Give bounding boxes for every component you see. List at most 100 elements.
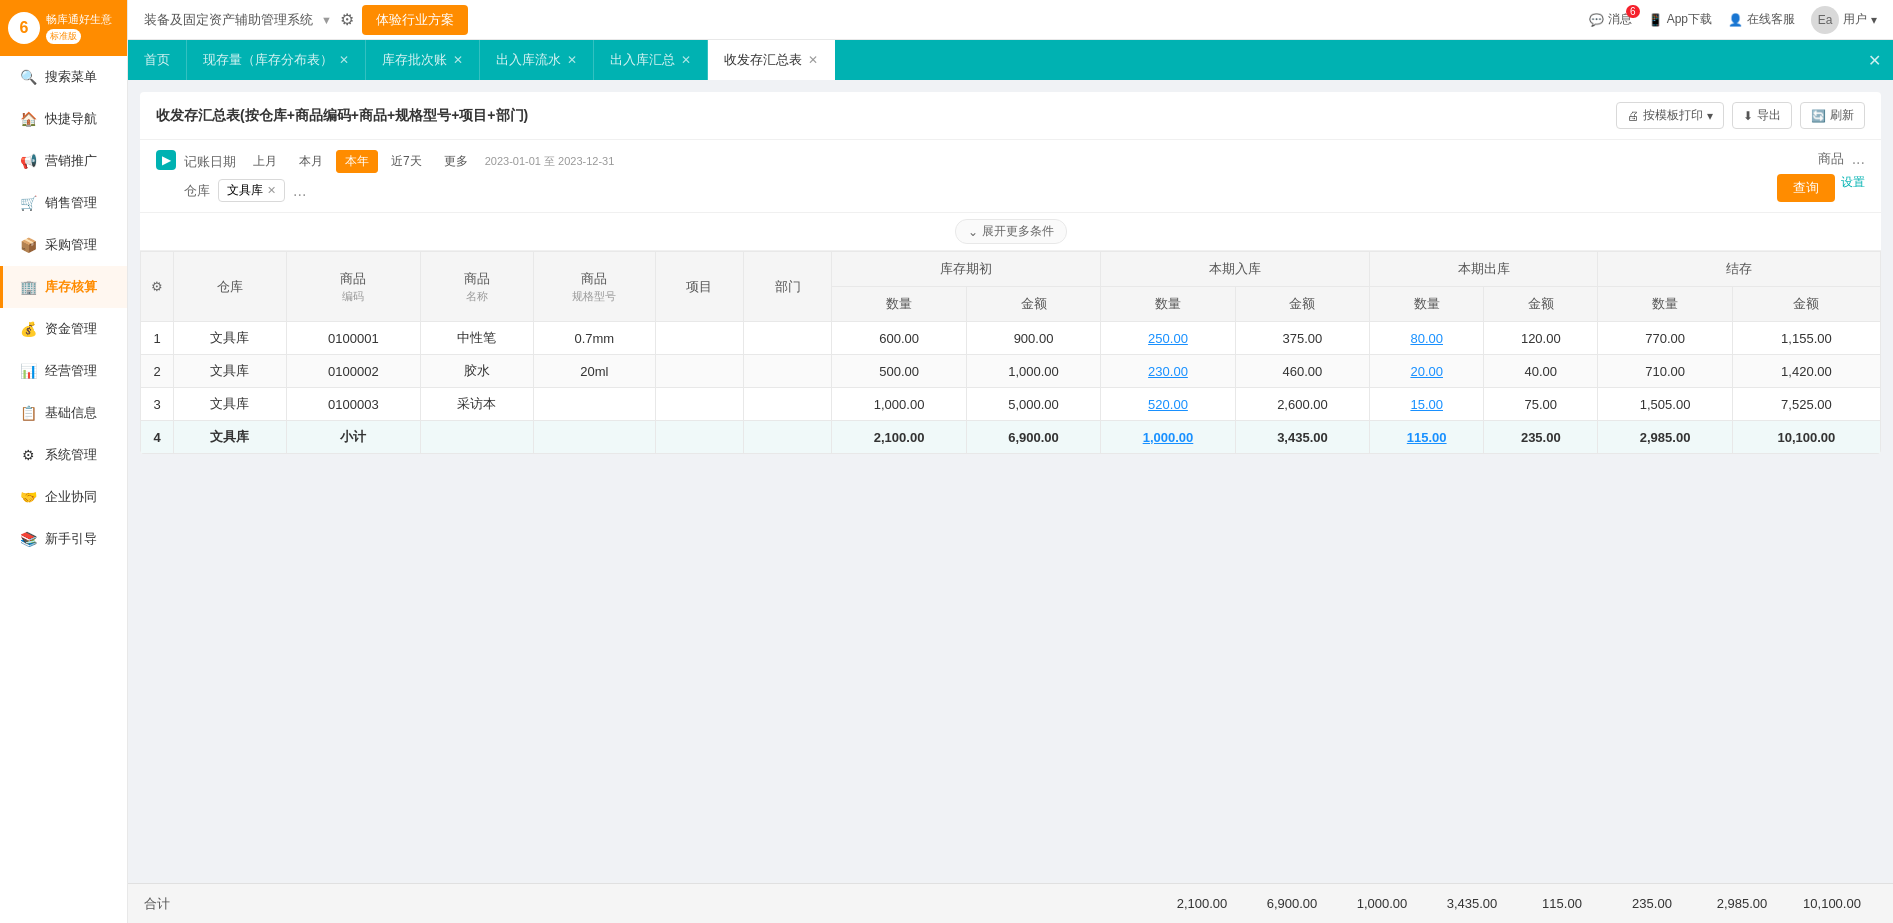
tab-inventory-dist[interactable]: 现存量（库存分布表） ✕ <box>187 40 366 80</box>
filter-top-row: ▶ 记账日期 上月 本月 本年 近7天 更多 <box>156 150 1865 202</box>
row-department <box>744 355 832 388</box>
tab-batch-ledger[interactable]: 库存批次账 ✕ <box>366 40 480 80</box>
sidebar-item-marketing[interactable]: 📢 营销推广 <box>0 140 127 182</box>
message-btn[interactable]: 💬 消息 6 <box>1589 11 1632 28</box>
row-opening-qty: 500.00 <box>832 355 966 388</box>
total-label: 合计 <box>144 895 170 913</box>
export-icon: ⬇ <box>1743 109 1753 123</box>
sidebar-item-finance[interactable]: 💰 资金管理 <box>0 308 127 350</box>
warehouse-tag-close[interactable]: ✕ <box>267 184 276 197</box>
column-settings-btn[interactable]: ⚙ <box>141 252 174 322</box>
date-label: 记账日期 <box>184 153 236 171</box>
col-header-out-qty: 数量 <box>1370 287 1484 322</box>
export-button[interactable]: ⬇ 导出 <box>1732 102 1792 129</box>
tab-inout-flow[interactable]: 出入库流水 ✕ <box>480 40 594 80</box>
row-project <box>655 355 743 388</box>
subtotal-opening-amt: 6,900.00 <box>966 421 1100 454</box>
tab-home-label: 首页 <box>144 51 170 69</box>
date-btn-7days[interactable]: 近7天 <box>382 150 431 173</box>
user-area[interactable]: Ea 用户 ▾ <box>1811 6 1877 34</box>
col-header-goods-code: 商品编码 <box>286 252 420 322</box>
tab-close-inventory-dist[interactable]: ✕ <box>339 53 349 67</box>
date-btn-this-year[interactable]: 本年 <box>336 150 378 173</box>
sidebar-item-search[interactable]: 🔍 搜索菜单 <box>0 56 127 98</box>
row-balance-qty: 1,505.00 <box>1598 388 1732 421</box>
row-in-qty[interactable]: 520.00 <box>1101 388 1235 421</box>
sidebar-item-label: 库存核算 <box>45 278 97 296</box>
subtotal-balance-qty: 2,985.00 <box>1598 421 1732 454</box>
subtotal-in-qty[interactable]: 1,000.00 <box>1101 421 1235 454</box>
col-group-balance: 结存 <box>1598 252 1881 287</box>
col-group-in: 本期入库 <box>1101 252 1370 287</box>
sidebar-item-base-info[interactable]: 📋 基础信息 <box>0 392 127 434</box>
row-goods-name: 胶水 <box>421 355 534 388</box>
row-out-qty[interactable]: 15.00 <box>1370 388 1484 421</box>
settings-link[interactable]: 设置 <box>1841 174 1865 202</box>
warehouse-tag-name: 文具库 <box>227 182 263 199</box>
date-btn-last-month[interactable]: 上月 <box>244 150 286 173</box>
row-goods-name: 采访本 <box>421 388 534 421</box>
filter-collapse-btn[interactable]: ▶ <box>156 150 176 170</box>
sidebar-item-quick-nav[interactable]: 🏠 快捷导航 <box>0 98 127 140</box>
query-button[interactable]: 查询 <box>1777 174 1835 202</box>
sidebar-item-inventory[interactable]: 🏢 库存核算 <box>0 266 127 308</box>
tab-close-inout-summary[interactable]: ✕ <box>681 53 691 67</box>
sidebar-item-guide[interactable]: 📚 新手引导 <box>0 518 127 560</box>
service-icon: 👤 <box>1728 13 1743 27</box>
row-balance-qty: 770.00 <box>1598 322 1732 355</box>
app-download-btn[interactable]: 📱 App下载 <box>1648 11 1712 28</box>
goods-more-btn[interactable]: ... <box>1852 150 1865 168</box>
subtotal-out-qty[interactable]: 115.00 <box>1370 421 1484 454</box>
tab-close-batch-ledger[interactable]: ✕ <box>453 53 463 67</box>
row-project <box>655 388 743 421</box>
tab-bar-close-btn[interactable]: ✕ <box>1856 51 1893 70</box>
sidebar-item-label: 企业协同 <box>45 488 97 506</box>
warehouse-more-btn[interactable]: ... <box>293 182 306 200</box>
expand-more-btn[interactable]: ⌄ 展开更多条件 <box>955 219 1067 244</box>
subtotal-balance-amt: 10,100.00 <box>1732 421 1880 454</box>
sidebar-item-operations[interactable]: 📊 经营管理 <box>0 350 127 392</box>
date-btn-this-month[interactable]: 本月 <box>290 150 332 173</box>
online-service-btn[interactable]: 👤 在线客服 <box>1728 11 1795 28</box>
tab-close-inout-flow[interactable]: ✕ <box>567 53 577 67</box>
sidebar-item-enterprise[interactable]: 🤝 企业协同 <box>0 476 127 518</box>
settings-icon[interactable]: ⚙ <box>340 10 354 29</box>
sidebar-item-sales[interactable]: 🛒 销售管理 <box>0 182 127 224</box>
trial-button[interactable]: 体验行业方案 <box>362 5 468 35</box>
col-header-in-amt: 金额 <box>1235 287 1369 322</box>
date-btn-more[interactable]: 更多 <box>435 150 477 173</box>
row-in-qty[interactable]: 230.00 <box>1101 355 1235 388</box>
tab-inout-summary-label: 出入库汇总 <box>610 51 675 69</box>
row-num: 2 <box>141 355 174 388</box>
print-button[interactable]: 🖨 按模板打印 ▾ <box>1616 102 1724 129</box>
message-badge: 6 <box>1626 5 1640 18</box>
refresh-button[interactable]: 🔄 刷新 <box>1800 102 1865 129</box>
app-download-label: App下载 <box>1667 11 1712 28</box>
row-out-qty[interactable]: 80.00 <box>1370 322 1484 355</box>
row-out-qty[interactable]: 20.00 <box>1370 355 1484 388</box>
warehouse-tag[interactable]: 文具库 ✕ <box>218 179 285 202</box>
expand-chevron-icon: ⌄ <box>968 225 978 239</box>
sidebar-item-label: 系统管理 <box>45 446 97 464</box>
tab-inout-summary[interactable]: 出入库汇总 ✕ <box>594 40 708 80</box>
tab-home[interactable]: 首页 <box>128 40 187 80</box>
row-in-amt: 460.00 <box>1235 355 1369 388</box>
subtotal-label: 小计 <box>286 421 420 454</box>
system-icon: ⚙ <box>19 447 37 463</box>
row-out-amt: 75.00 <box>1484 388 1598 421</box>
total-balance-amt: 10,100.00 <box>1787 896 1877 911</box>
tab-recv-send-summary[interactable]: 收发存汇总表 ✕ <box>708 40 835 80</box>
logo-text-area: 畅库通好生意 标准版 <box>46 12 112 43</box>
home-icon: 🏠 <box>19 111 37 127</box>
sidebar-item-purchase[interactable]: 📦 采购管理 <box>0 224 127 266</box>
sidebar-item-system[interactable]: ⚙ 系统管理 <box>0 434 127 476</box>
total-in-qty: 1,000.00 <box>1337 896 1427 911</box>
page-body: 收发存汇总表(按仓库+商品编码+商品+规格型号+项目+部门) 🖨 按模板打印 ▾… <box>128 80 1893 883</box>
row-in-amt: 2,600.00 <box>1235 388 1369 421</box>
tab-close-recv-send-summary[interactable]: ✕ <box>808 53 818 67</box>
main-panel: 收发存汇总表(按仓库+商品编码+商品+规格型号+项目+部门) 🖨 按模板打印 ▾… <box>140 92 1881 454</box>
row-in-qty[interactable]: 250.00 <box>1101 322 1235 355</box>
user-avatar: Ea <box>1811 6 1839 34</box>
col-header-balance-qty: 数量 <box>1598 287 1732 322</box>
header-dropdown-icon[interactable]: ▼ <box>321 14 332 26</box>
